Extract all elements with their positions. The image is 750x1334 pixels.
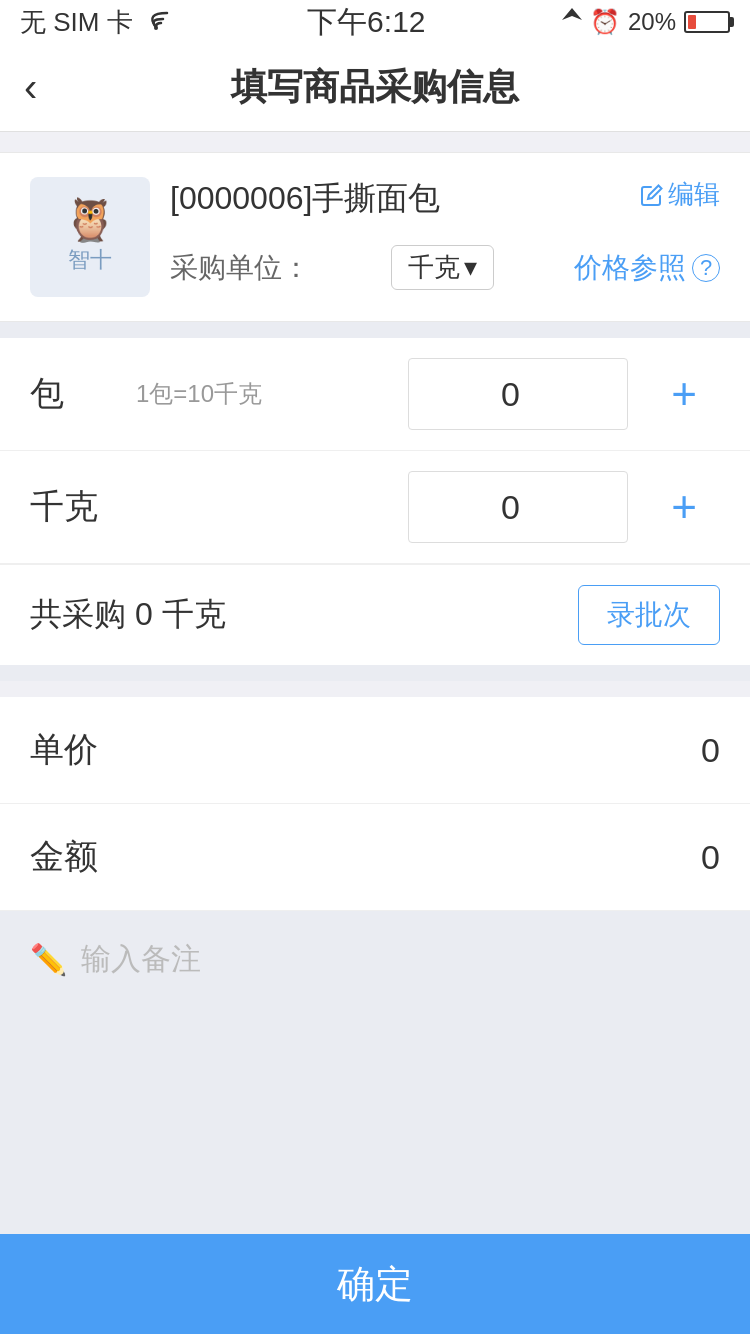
product-logo: 🦉 [64, 199, 116, 241]
info-section: 单价 0 金额 0 [0, 697, 750, 911]
product-image: 🦉 智十 [30, 177, 150, 297]
status-right: ⏰ 20% [562, 8, 730, 36]
bao-input[interactable] [408, 358, 628, 430]
remark-placeholder: 输入备注 [81, 939, 201, 980]
product-info: [0000006]手撕面包 编辑 采购单位： 千克 ▾ 价格参照 ? [170, 177, 720, 290]
input-section: 包 1包=10千克 + 千克 + [0, 338, 750, 564]
status-left: 无 SIM 卡 [20, 5, 171, 40]
svg-point-0 [154, 26, 158, 30]
summary-label: 共采购 [30, 596, 126, 632]
price-ref-icon: ? [692, 254, 720, 282]
kg-input[interactable] [408, 471, 628, 543]
section-divider-2 [0, 665, 750, 681]
page-title: 填写商品采购信息 [231, 63, 519, 112]
amount-label: 金额 [30, 834, 98, 880]
battery-icon [684, 11, 730, 33]
summary-qty: 0 [135, 596, 153, 632]
kg-input-row: 千克 + [0, 451, 750, 564]
edit-button[interactable]: 编辑 [640, 177, 720, 212]
alarm-icon: ⏰ [590, 8, 620, 36]
edit-label: 编辑 [668, 177, 720, 212]
confirm-label: 确定 [337, 1259, 413, 1310]
location-icon [562, 8, 582, 36]
dropdown-icon: ▾ [464, 252, 477, 283]
summary-row: 共采购 0 千克 录批次 [0, 564, 750, 665]
status-time: 下午6:12 [307, 2, 425, 43]
price-ref-button[interactable]: 价格参照 ? [574, 249, 720, 287]
bao-label: 包 [30, 371, 110, 417]
unit-value: 千克 [408, 250, 460, 285]
svg-marker-1 [562, 8, 582, 20]
wifi-icon [141, 7, 171, 38]
amount-row: 金额 0 [0, 804, 750, 911]
batch-button[interactable]: 录批次 [578, 585, 720, 645]
batch-label: 录批次 [607, 599, 691, 630]
remark-icon: ✏️ [30, 942, 67, 977]
summary-text: 共采购 0 千克 [30, 593, 226, 637]
confirm-button[interactable]: 确定 [0, 1234, 750, 1334]
summary-unit: 千克 [162, 596, 226, 632]
unit-label: 采购单位： [170, 249, 310, 287]
remark-section[interactable]: ✏️ 输入备注 [0, 911, 750, 1008]
kg-label: 千克 [30, 484, 110, 530]
battery-percent: 20% [628, 8, 676, 36]
back-button[interactable]: ‹ [24, 65, 37, 110]
bao-input-row: 包 1包=10千克 + [0, 338, 750, 451]
bao-hint: 1包=10千克 [136, 378, 262, 410]
unit-dropdown[interactable]: 千克 ▾ [391, 245, 494, 290]
kg-plus-button[interactable]: + [648, 471, 720, 543]
section-divider-1 [0, 322, 750, 338]
carrier-label: 无 SIM 卡 [20, 5, 133, 40]
product-logo-label: 智十 [68, 245, 112, 275]
bao-plus-button[interactable]: + [648, 358, 720, 430]
status-bar: 无 SIM 卡 下午6:12 ⏰ 20% [0, 0, 750, 44]
product-full-name: [0000006]手撕面包 [170, 177, 440, 221]
price-value: 0 [701, 731, 720, 770]
price-row: 单价 0 [0, 697, 750, 804]
product-card: 🦉 智十 [0000006]手撕面包 编辑 采购单位： 千克 ▾ [0, 152, 750, 322]
amount-value: 0 [701, 838, 720, 877]
nav-bar: ‹ 填写商品采购信息 [0, 44, 750, 132]
price-ref-label: 价格参照 [574, 249, 686, 287]
price-label: 单价 [30, 727, 98, 773]
